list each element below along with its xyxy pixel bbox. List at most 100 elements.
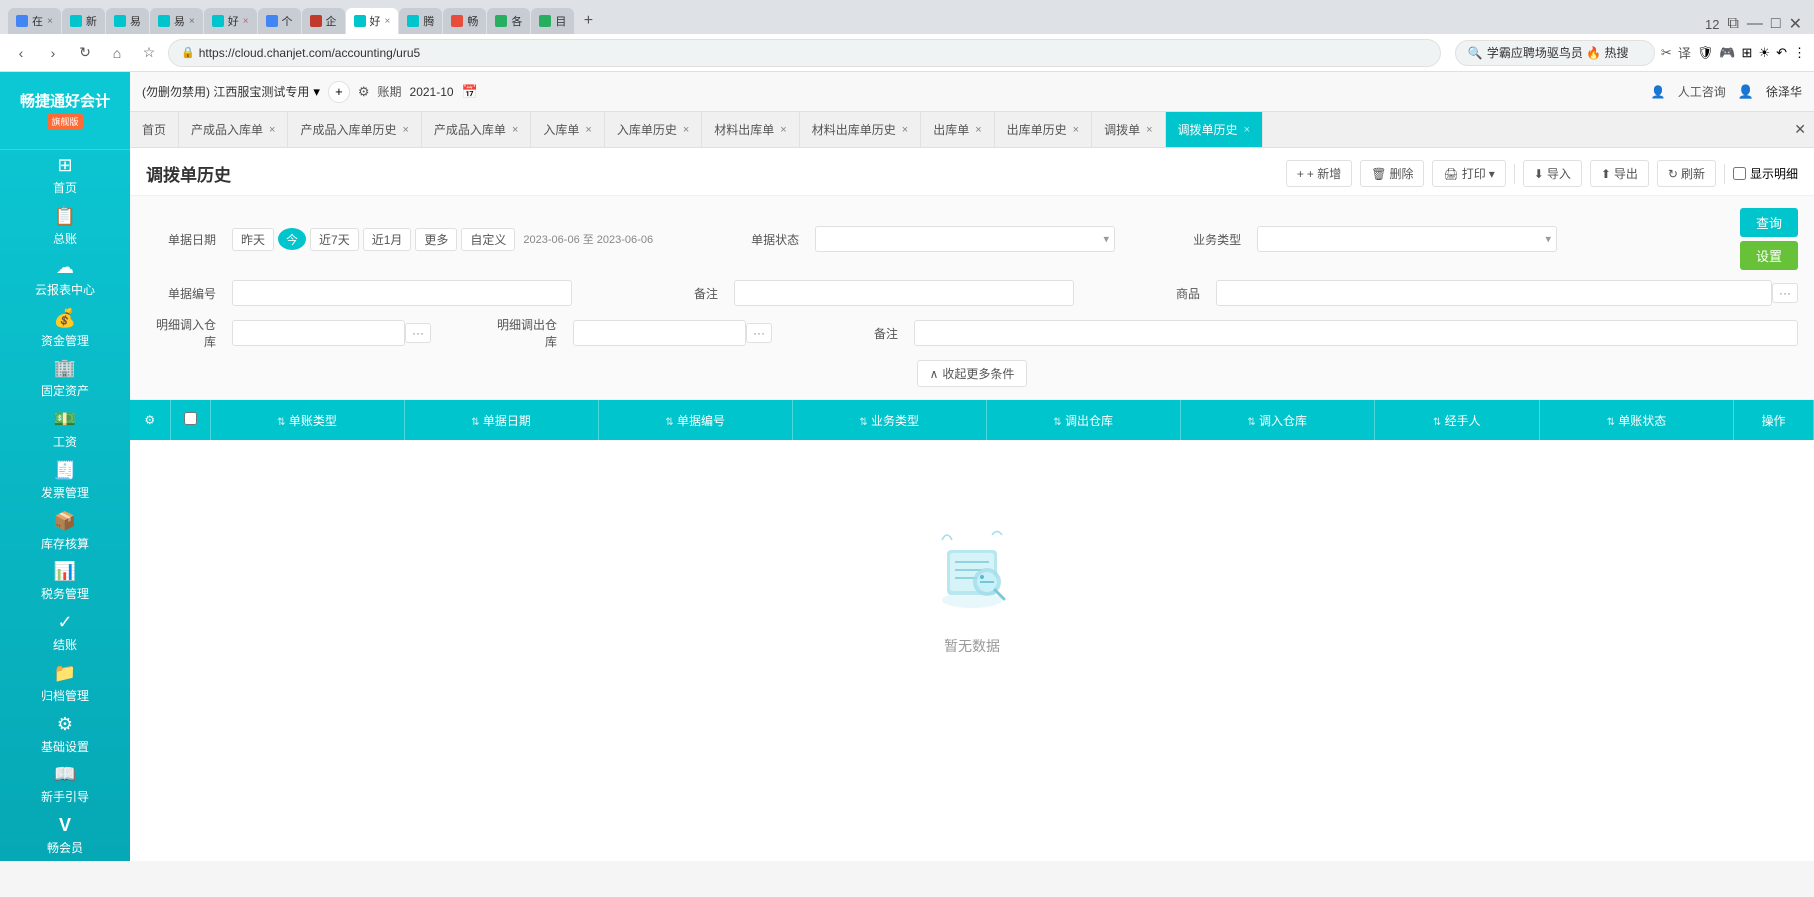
detail-out-input[interactable] bbox=[573, 320, 746, 346]
date-btn-yesterday[interactable]: 昨天 bbox=[232, 228, 274, 251]
page-tab-home[interactable]: 首页 bbox=[130, 112, 179, 148]
browser-tab-2[interactable]: 新 bbox=[62, 8, 105, 34]
date-btn-custom[interactable]: 自定义 bbox=[461, 228, 515, 251]
tab-bar-close[interactable]: ✕ bbox=[1794, 121, 1814, 138]
settings-gear-button[interactable]: ⚙ bbox=[358, 84, 370, 100]
maximize-btn[interactable]: □ bbox=[1771, 15, 1781, 33]
back-button[interactable]: ‹ bbox=[8, 40, 34, 66]
col-biz-type[interactable]: ⇅ 业务类型 bbox=[792, 400, 986, 440]
browser-tab-6[interactable]: 个 bbox=[258, 8, 301, 34]
tab-close-icon[interactable]: × bbox=[683, 124, 689, 136]
detail-out-picker[interactable]: ··· bbox=[746, 323, 772, 343]
page-tab-stockin[interactable]: 入库单 × bbox=[531, 112, 604, 148]
home-button[interactable]: ⌂ bbox=[104, 40, 130, 66]
col-doc-status[interactable]: ⇅ 单账状态 bbox=[1539, 400, 1733, 440]
browser-tab-11[interactable]: 各 bbox=[487, 8, 530, 34]
sidebar-item-inventory[interactable]: 📦 库存核算 bbox=[0, 506, 130, 557]
extension-icon-grid[interactable]: ⊞ bbox=[1742, 45, 1753, 61]
page-tab-finished-goods-in-history[interactable]: 产成品入库单历史 × bbox=[288, 112, 421, 148]
tab-count[interactable]: 12 bbox=[1705, 17, 1719, 32]
biz-type-select[interactable] bbox=[1257, 226, 1557, 252]
page-tab-material-out-history[interactable]: 材料出库单历史 × bbox=[800, 112, 921, 148]
extension-icon-history[interactable]: ↶ bbox=[1776, 45, 1787, 61]
sidebar-item-ledger[interactable]: 📋 总账 bbox=[0, 201, 130, 252]
page-tab-transfer-history[interactable]: 调拨单历史 × bbox=[1166, 112, 1263, 148]
sidebar-item-closing[interactable]: ✓ 结账 bbox=[0, 607, 130, 658]
col-transfer-in[interactable]: ⇅ 调入仓库 bbox=[1180, 400, 1374, 440]
status-select[interactable] bbox=[815, 226, 1115, 252]
bookmark-button[interactable]: ☆ bbox=[136, 40, 162, 66]
page-tab-transfer[interactable]: 调拨单 × bbox=[1092, 112, 1165, 148]
company-selector[interactable]: (勿删勿禁用) 江西服宝测试专用 ▾ bbox=[142, 83, 320, 100]
browser-tab-3[interactable]: 易 bbox=[106, 8, 149, 34]
tab-close-icon[interactable]: × bbox=[1146, 124, 1152, 136]
minimize-btn[interactable]: — bbox=[1747, 15, 1763, 33]
col-transfer-out[interactable]: ⇅ 调出仓库 bbox=[986, 400, 1180, 440]
date-btn-7days[interactable]: 近7天 bbox=[310, 228, 359, 251]
browser-tab-7[interactable]: 企 bbox=[302, 8, 345, 34]
display-checkbox[interactable] bbox=[1733, 167, 1746, 180]
tab-close-icon[interactable]: × bbox=[780, 124, 786, 136]
page-tab-stockout-history[interactable]: 出库单历史 × bbox=[995, 112, 1092, 148]
note-input[interactable] bbox=[734, 280, 1074, 306]
detail-in-picker[interactable]: ··· bbox=[405, 323, 431, 343]
col-doc-number[interactable]: ⇅ 单据编号 bbox=[598, 400, 792, 440]
sidebar-item-vip[interactable]: V 畅会员 bbox=[0, 810, 130, 861]
browser-tab-12[interactable]: 目 bbox=[531, 8, 574, 34]
tab-close-icon[interactable]: × bbox=[585, 124, 591, 136]
add-company-button[interactable]: + bbox=[328, 81, 350, 103]
col-doc-type[interactable]: ⇅ 单账类型 bbox=[210, 400, 404, 440]
query-button[interactable]: 查询 bbox=[1740, 208, 1798, 237]
sidebar-item-archive[interactable]: 📁 归档管理 bbox=[0, 658, 130, 709]
extension-icon-game[interactable]: 🎮 bbox=[1719, 45, 1735, 61]
sidebar-item-home[interactable]: ⊞ 首页 bbox=[0, 150, 130, 201]
service-label[interactable]: 人工咨询 bbox=[1678, 83, 1726, 100]
restore-btn[interactable]: ⧉ bbox=[1727, 15, 1738, 33]
setting-button[interactable]: 设置 bbox=[1740, 241, 1798, 270]
tab-close-icon[interactable]: × bbox=[512, 124, 518, 136]
checkbox-th[interactable] bbox=[170, 400, 210, 440]
export-button[interactable]: ⬆ 导出 bbox=[1590, 160, 1649, 187]
select-all-checkbox[interactable] bbox=[184, 412, 197, 425]
extension-icon-sun[interactable]: ☀ bbox=[1758, 45, 1770, 61]
page-tab-finished-goods-in-2[interactable]: 产成品入库单 × bbox=[422, 112, 531, 148]
address-bar[interactable]: 🔒 https://cloud.chanjet.com/accounting/u… bbox=[168, 39, 1441, 67]
delete-button[interactable]: 🗑 删除 bbox=[1360, 160, 1424, 187]
tab-close-icon[interactable]: × bbox=[975, 124, 981, 136]
detail-in-input[interactable] bbox=[232, 320, 405, 346]
sidebar-item-funds[interactable]: 💰 资金管理 bbox=[0, 303, 130, 354]
sidebar-item-settings[interactable]: ⚙ 基础设置 bbox=[0, 709, 130, 760]
browser-tab-4[interactable]: 易 × bbox=[150, 8, 203, 34]
extension-icon-scissors[interactable]: ✂ bbox=[1661, 45, 1672, 61]
sidebar-item-reports[interactable]: ☁ 云报表中心 bbox=[0, 252, 130, 303]
sidebar-item-assets[interactable]: 🏢 固定资产 bbox=[0, 353, 130, 404]
settings-th[interactable]: ⚙ bbox=[130, 400, 170, 440]
goods-input[interactable] bbox=[1216, 280, 1772, 306]
tab-close-icon[interactable]: × bbox=[902, 124, 908, 136]
refresh-button[interactable]: ↻ 刷新 bbox=[1657, 160, 1716, 187]
reload-button[interactable]: ↻ bbox=[72, 40, 98, 66]
browser-tab-5[interactable]: 好 × bbox=[204, 8, 257, 34]
tab-close-icon[interactable]: × bbox=[1073, 124, 1079, 136]
extension-icon-shield[interactable]: 🛡 bbox=[1697, 45, 1714, 61]
sidebar-item-tax[interactable]: 📊 税务管理 bbox=[0, 556, 130, 607]
browser-tab-10[interactable]: 畅 bbox=[443, 8, 486, 34]
browser-tab-9[interactable]: 腾 bbox=[399, 8, 442, 34]
sidebar-item-guide[interactable]: 📖 新手引导 bbox=[0, 759, 130, 810]
page-tab-stockout[interactable]: 出库单 × bbox=[921, 112, 994, 148]
date-btn-more[interactable]: 更多 bbox=[415, 228, 457, 251]
browser-tab-1[interactable]: 在 × bbox=[8, 8, 61, 34]
collapse-button[interactable]: ∧ 收起更多条件 bbox=[917, 360, 1028, 387]
import-button[interactable]: ⬇ 导入 bbox=[1523, 160, 1582, 187]
display-checkbox-wrapper[interactable]: 显示明细 bbox=[1733, 165, 1798, 182]
menu-icon[interactable]: ⋮ bbox=[1793, 45, 1806, 61]
search-bar[interactable]: 🔍 学霸应聘场驱鸟员 🔥 热搜 bbox=[1455, 40, 1655, 66]
new-button[interactable]: + + 新增 bbox=[1286, 160, 1352, 187]
page-tab-material-out[interactable]: 材料出库单 × bbox=[702, 112, 799, 148]
tab-close-icon[interactable]: × bbox=[269, 124, 275, 136]
goods-picker-button[interactable]: ··· bbox=[1772, 283, 1798, 303]
doc-number-input[interactable] bbox=[232, 280, 572, 306]
sidebar-item-invoice[interactable]: 🧾 发票管理 bbox=[0, 455, 130, 506]
page-tab-stockin-history[interactable]: 入库单历史 × bbox=[605, 112, 702, 148]
forward-button[interactable]: › bbox=[40, 40, 66, 66]
